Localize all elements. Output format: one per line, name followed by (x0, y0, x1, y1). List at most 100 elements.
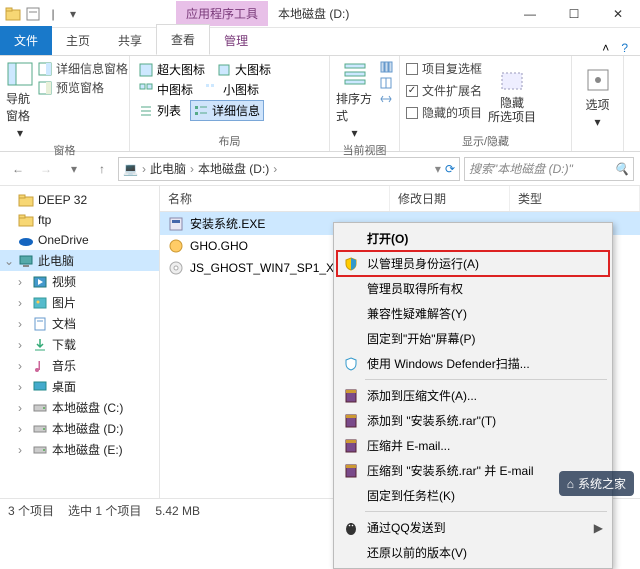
nav-item[interactable]: ›文档 (0, 313, 159, 334)
gho-icon (168, 238, 184, 254)
navigation-pane-button[interactable]: 导航窗格 ▾ (6, 60, 34, 140)
group-columns-icon[interactable] (379, 60, 393, 74)
size-columns-icon[interactable] (379, 92, 393, 106)
video-icon (32, 274, 48, 290)
context-menu-item[interactable]: 添加到 "安装系统.rar"(T) (337, 408, 609, 433)
nav-item[interactable]: ⌄此电脑 (0, 250, 159, 271)
address-bar: ← → ▾ ↑ 💻 › 此电脑 › 本地磁盘 (D:) › ▾ ⟳ 搜索"本地磁… (0, 152, 640, 186)
close-button[interactable]: ✕ (596, 0, 640, 28)
status-count: 3 个项目 (8, 502, 54, 519)
defender-icon (343, 356, 359, 372)
qat-divider: | (44, 5, 62, 23)
context-menu-item[interactable]: 通过QQ发送到▶ (337, 515, 609, 540)
nav-item[interactable]: ›桌面 (0, 376, 159, 397)
nav-item[interactable]: ›本地磁盘 (E:) (0, 439, 159, 460)
nav-item[interactable]: ›音乐 (0, 355, 159, 376)
add-columns-icon[interactable] (379, 76, 393, 90)
help-icon[interactable]: ? (621, 41, 628, 55)
rar-icon (343, 438, 359, 454)
window-title: 本地磁盘 (D:) (278, 5, 349, 22)
context-tab: 应用程序工具 (176, 1, 268, 26)
context-menu-item[interactable]: 固定到"开始"屏幕(P) (337, 326, 609, 351)
submenu-arrow-icon: ▶ (594, 521, 603, 535)
ribbon: 导航窗格 ▾ 详细信息窗格 预览窗格 窗格 超大图标 大图标 中图标 小图标 列… (0, 56, 640, 152)
context-menu-item[interactable]: 压缩并 E-mail... (337, 433, 609, 458)
breadcrumb[interactable]: 💻 › 此电脑 › 本地磁盘 (D:) › ▾ ⟳ (118, 157, 460, 181)
nav-item[interactable]: ftp (0, 210, 159, 230)
minimize-button[interactable]: ― (508, 0, 552, 28)
drive-icon (32, 421, 48, 437)
chevron-down-icon: ▾ (594, 115, 600, 129)
ribbon-collapse-icon[interactable]: ˄ (602, 41, 609, 55)
status-size: 5.42 MB (155, 504, 200, 518)
tab-home[interactable]: 主页 (52, 26, 104, 55)
music-icon (32, 358, 48, 374)
folder-icon (18, 212, 34, 228)
view-large[interactable]: 大图标 (214, 60, 274, 79)
nav-item[interactable]: ›本地磁盘 (D:) (0, 418, 159, 439)
navigation-pane[interactable]: DEEP 32ftpOneDrive⌄此电脑›视频›图片›文档›下载›音乐›桌面… (0, 186, 160, 498)
maximize-button[interactable]: ☐ (552, 0, 596, 28)
rar-icon (343, 388, 359, 404)
title-bar: | ▾ 应用程序工具 本地磁盘 (D:) ― ☐ ✕ (0, 0, 640, 28)
search-input[interactable]: 搜索"本地磁盘 (D:)" 🔍 (464, 157, 634, 181)
view-details[interactable]: 详细信息 (190, 100, 264, 121)
view-list[interactable]: 列表 (136, 100, 184, 121)
view-small[interactable]: 小图标 (202, 80, 262, 99)
shield-icon (343, 256, 359, 272)
tab-view[interactable]: 查看 (156, 24, 210, 55)
view-extra-large[interactable]: 超大图标 (136, 60, 208, 79)
context-menu: 打开(O)以管理员身份运行(A)管理员取得所有权兼容性疑难解答(Y)固定到"开始… (333, 222, 613, 569)
forward-button[interactable]: → (34, 157, 58, 181)
tab-manage[interactable]: 管理 (210, 26, 262, 55)
qat-properties-icon[interactable] (24, 5, 42, 23)
recent-button[interactable]: ▾ (62, 157, 86, 181)
nav-item[interactable]: ›视频 (0, 271, 159, 292)
column-type[interactable]: 类型 (510, 186, 640, 211)
nav-item[interactable]: OneDrive (0, 230, 159, 250)
nav-item[interactable]: ›图片 (0, 292, 159, 313)
context-menu-item[interactable]: 打开(O) (337, 226, 609, 251)
nav-item[interactable]: ›本地磁盘 (C:) (0, 397, 159, 418)
nav-item[interactable]: DEEP 32 (0, 190, 159, 210)
up-button[interactable]: ↑ (90, 157, 114, 181)
status-selected: 选中 1 个项目 (68, 502, 141, 519)
hide-selected-button[interactable]: 隐藏 所选项目 (486, 60, 538, 131)
downloads-icon (32, 337, 48, 353)
chevron-down-icon: ▾ (351, 126, 357, 140)
docs-icon (32, 316, 48, 332)
rar-icon (343, 463, 359, 479)
tab-share[interactable]: 共享 (104, 26, 156, 55)
preview-pane-button[interactable]: 预览窗格 (38, 79, 128, 96)
desktop-icon (32, 379, 48, 395)
qq-icon (343, 520, 359, 536)
tab-file[interactable]: 文件 (0, 26, 52, 55)
view-medium[interactable]: 中图标 (136, 80, 196, 99)
hidden-items-toggle[interactable]: 隐藏的项目 (406, 104, 482, 121)
pictures-icon (32, 295, 48, 311)
context-menu-item[interactable]: 管理员取得所有权 (337, 276, 609, 301)
house-icon: ⌂ (567, 477, 574, 491)
rar-icon (343, 413, 359, 429)
options-button[interactable]: 选项▾ (578, 60, 617, 135)
drive-icon (32, 442, 48, 458)
nav-item[interactable]: ›下载 (0, 334, 159, 355)
watermark: ⌂系统之家 (559, 471, 634, 496)
file-extensions-toggle[interactable]: ✓文件扩展名 (406, 82, 482, 99)
back-button[interactable]: ← (6, 157, 30, 181)
context-menu-item[interactable]: 兼容性疑难解答(Y) (337, 301, 609, 326)
context-menu-item[interactable]: 使用 Windows Defender扫描... (337, 351, 609, 376)
column-name[interactable]: 名称 (160, 186, 390, 211)
context-menu-item[interactable]: 还原以前的版本(V) (337, 540, 609, 565)
item-checkboxes-toggle[interactable]: 项目复选框 (406, 60, 482, 77)
context-menu-item[interactable]: 以管理员身份运行(A) (337, 251, 609, 276)
onedrive-icon (18, 232, 34, 248)
qat-dropdown-icon[interactable]: ▾ (64, 5, 82, 23)
context-menu-item[interactable]: 添加到压缩文件(A)... (337, 383, 609, 408)
refresh-icon[interactable]: ⟳ (445, 162, 455, 176)
sort-button[interactable]: 排序方式▾ (336, 60, 373, 140)
details-pane-button[interactable]: 详细信息窗格 (38, 60, 128, 77)
column-date[interactable]: 修改日期 (390, 186, 510, 211)
iso-icon (168, 260, 184, 276)
drive-icon (32, 400, 48, 416)
